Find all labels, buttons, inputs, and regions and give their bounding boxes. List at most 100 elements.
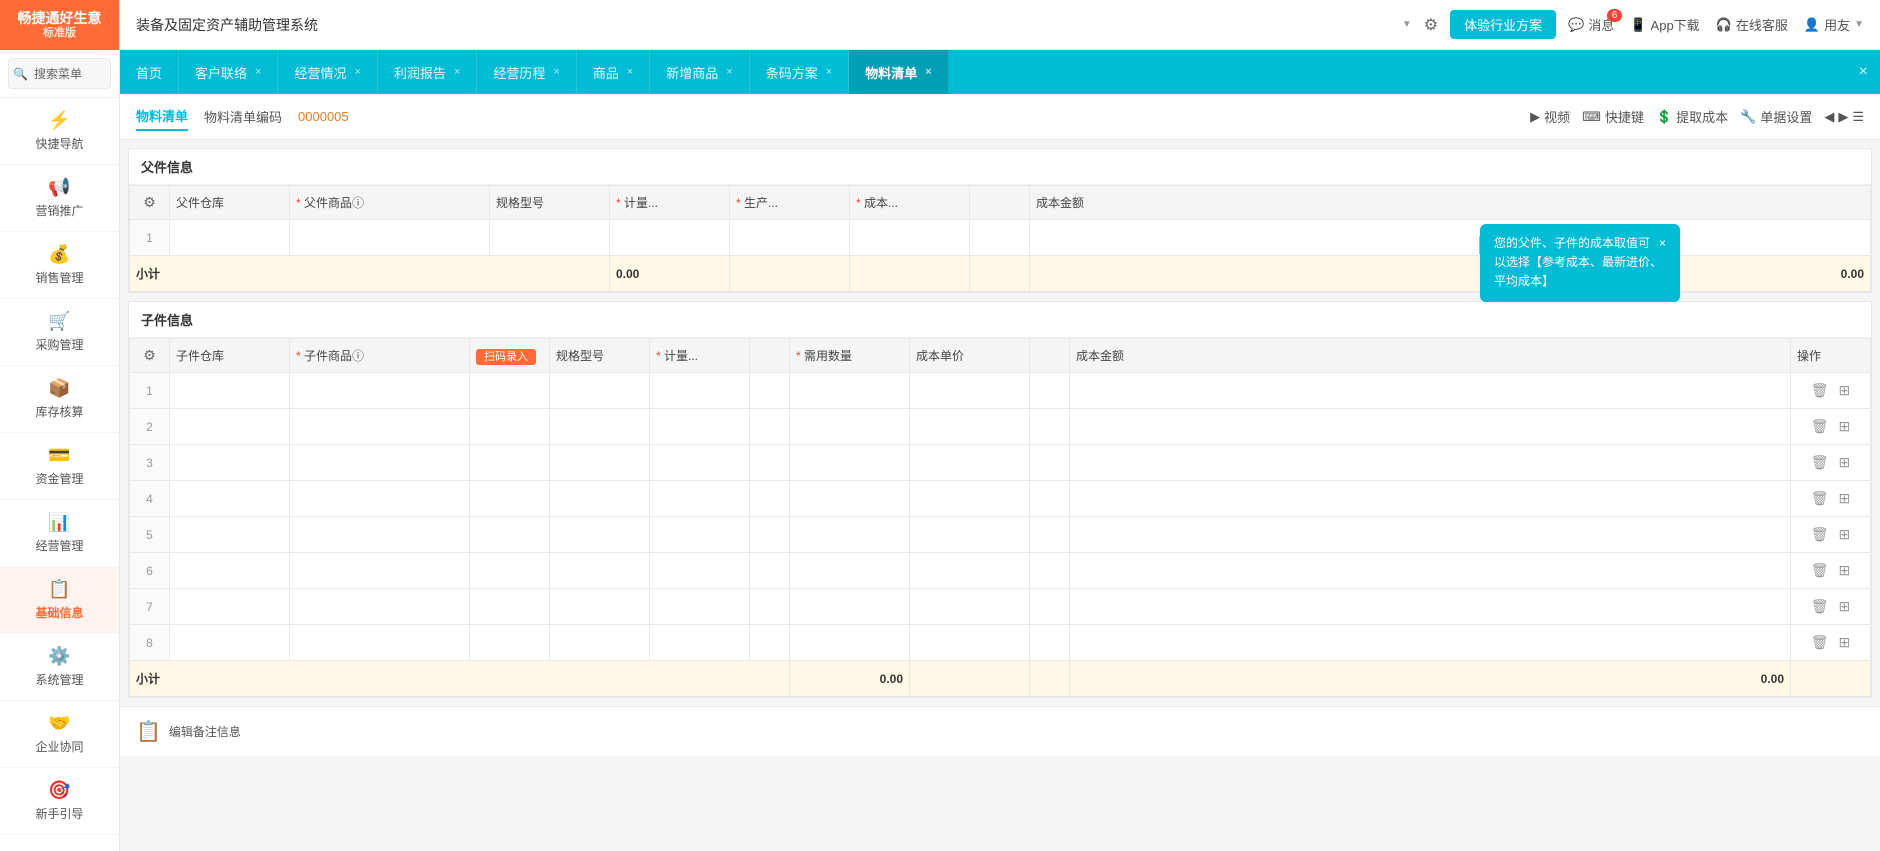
delete-icon-5[interactable]: 🗑 — [1809, 524, 1831, 545]
child-spec-1[interactable] — [550, 373, 650, 409]
child-cost-3[interactable] — [910, 445, 1030, 481]
tab-profit-close[interactable]: × — [454, 66, 460, 78]
action-shortcut[interactable]: ⌨ 快捷键 — [1582, 107, 1644, 126]
child-qty-2[interactable] — [790, 409, 910, 445]
tab-history[interactable]: 经营历程 × — [477, 50, 576, 94]
copy-icon-2[interactable]: ⊞ — [1837, 416, 1853, 437]
action-single-set[interactable]: 🔧 单据设置 — [1740, 107, 1812, 126]
child-cost-2[interactable] — [910, 409, 1030, 445]
sidebar-item-quick-nav[interactable]: ⚡ 快捷导航 — [0, 98, 119, 165]
father-produce-cell[interactable] — [730, 220, 850, 256]
father-unit-cell[interactable] — [610, 220, 730, 256]
sidebar-item-inventory[interactable]: 📦 库存核算 — [0, 366, 119, 433]
action-extract-cost[interactable]: 💲 提取成本 — [1656, 107, 1728, 126]
child-cost-6[interactable] — [910, 553, 1030, 589]
child-spec-2[interactable] — [550, 409, 650, 445]
child-warehouse-7[interactable] — [170, 589, 290, 625]
child-goods-3[interactable] — [290, 445, 470, 481]
tab-bom-close[interactable]: × — [925, 66, 931, 78]
child-goods-8[interactable] — [290, 625, 470, 661]
child-qty-5[interactable] — [790, 517, 910, 553]
father-warehouse-cell[interactable] — [170, 220, 290, 256]
delete-icon-3[interactable]: 🗑 — [1809, 452, 1831, 473]
trial-button[interactable]: 体验行业方案 — [1450, 10, 1556, 39]
child-unit-7[interactable] — [650, 589, 750, 625]
child-goods-7[interactable] — [290, 589, 470, 625]
father-spec-cell[interactable] — [490, 220, 610, 256]
child-qty-7[interactable] — [790, 589, 910, 625]
tab-customer-close[interactable]: × — [255, 66, 261, 78]
child-unit-3[interactable] — [650, 445, 750, 481]
nav-prev-icon[interactable]: ◀ — [1824, 109, 1834, 125]
child-spec-3[interactable] — [550, 445, 650, 481]
settings-icon[interactable]: ⚙ — [1424, 15, 1438, 35]
tab-goods-close[interactable]: × — [627, 66, 633, 78]
search-menu-button[interactable]: 🔍 搜索菜单 — [8, 58, 111, 89]
tab-new-goods[interactable]: 新增商品 × — [650, 50, 749, 94]
child-spec-8[interactable] — [550, 625, 650, 661]
child-unit-5[interactable] — [650, 517, 750, 553]
copy-icon-1[interactable]: ⊞ — [1837, 380, 1853, 401]
sidebar-item-sales[interactable]: 💰 销售管理 — [0, 232, 119, 299]
child-warehouse-6[interactable] — [170, 553, 290, 589]
child-cost-4[interactable] — [910, 481, 1030, 517]
sidebar-item-finance[interactable]: 💳 资金管理 — [0, 433, 119, 500]
child-qty-6[interactable] — [790, 553, 910, 589]
tab-goods[interactable]: 商品 × — [577, 50, 650, 94]
child-cost-1[interactable] — [910, 373, 1030, 409]
tab-operation[interactable]: 经营情况 × — [278, 50, 377, 94]
nav-next-icon[interactable]: ▶ — [1838, 109, 1848, 125]
child-goods-5[interactable] — [290, 517, 470, 553]
tooltip-close-button[interactable]: × — [1659, 234, 1666, 253]
delete-icon-1[interactable]: 🗑 — [1809, 380, 1831, 401]
th-child-settings[interactable]: ⚙ — [130, 339, 170, 373]
child-unit-1[interactable] — [650, 373, 750, 409]
child-warehouse-1[interactable] — [170, 373, 290, 409]
copy-icon-7[interactable]: ⊞ — [1837, 596, 1853, 617]
action-view[interactable]: ▶ 视频 — [1530, 107, 1570, 126]
tab-barcode[interactable]: 条码方案 × — [750, 50, 849, 94]
child-unit-2[interactable] — [650, 409, 750, 445]
sidebar-item-guide[interactable]: 🎯 新手引导 — [0, 768, 119, 835]
online-service-item[interactable]: 🎧 在线客服 — [1716, 15, 1788, 34]
sidebar-item-purchase[interactable]: 🛒 采购管理 — [0, 299, 119, 366]
sidebar-item-enterprise[interactable]: 🤝 企业协同 — [0, 701, 119, 768]
child-qty-4[interactable] — [790, 481, 910, 517]
delete-icon-7[interactable]: 🗑 — [1809, 596, 1831, 617]
child-goods-6[interactable] — [290, 553, 470, 589]
child-unit-4[interactable] — [650, 481, 750, 517]
tab-new-goods-close[interactable]: × — [726, 66, 732, 78]
tab-barcode-close[interactable]: × — [826, 66, 832, 78]
message-item[interactable]: 💬 消息 6 — [1568, 15, 1614, 34]
child-spec-6[interactable] — [550, 553, 650, 589]
child-warehouse-2[interactable] — [170, 409, 290, 445]
delete-icon-8[interactable]: 🗑 — [1809, 632, 1831, 653]
delete-icon-4[interactable]: 🗑 — [1809, 488, 1831, 509]
sub-tab-bom[interactable]: 物料清单 — [136, 102, 188, 131]
copy-icon-5[interactable]: ⊞ — [1837, 524, 1853, 545]
child-cost-5[interactable] — [910, 517, 1030, 553]
child-cost-8[interactable] — [910, 625, 1030, 661]
th-father-settings[interactable]: ⚙ — [130, 186, 170, 220]
child-qty-8[interactable] — [790, 625, 910, 661]
child-goods-2[interactable] — [290, 409, 470, 445]
tab-bom[interactable]: 物料清单 × — [849, 50, 948, 94]
system-dropdown-icon[interactable]: ▼ — [1402, 19, 1412, 30]
copy-icon-4[interactable]: ⊞ — [1837, 488, 1853, 509]
delete-icon-6[interactable]: 🗑 — [1809, 560, 1831, 581]
sidebar-item-basic-info[interactable]: 📋 基础信息 — [0, 567, 119, 634]
tab-customer[interactable]: 客户联络 × — [179, 50, 278, 94]
child-unit-8[interactable] — [650, 625, 750, 661]
copy-icon-6[interactable]: ⊞ — [1837, 560, 1853, 581]
tab-operation-close[interactable]: × — [354, 66, 360, 78]
sidebar-item-operations[interactable]: 📊 经营管理 — [0, 500, 119, 567]
sidebar-item-marketing[interactable]: 📢 营销推广 — [0, 165, 119, 232]
child-spec-7[interactable] — [550, 589, 650, 625]
child-warehouse-4[interactable] — [170, 481, 290, 517]
child-goods-1[interactable] — [290, 373, 470, 409]
father-goods-cell[interactable] — [290, 220, 490, 256]
sidebar-item-system[interactable]: ⚙️ 系统管理 — [0, 634, 119, 701]
father-cost-cell[interactable] — [850, 220, 970, 256]
child-cost-7[interactable] — [910, 589, 1030, 625]
tab-history-close[interactable]: × — [553, 66, 559, 78]
